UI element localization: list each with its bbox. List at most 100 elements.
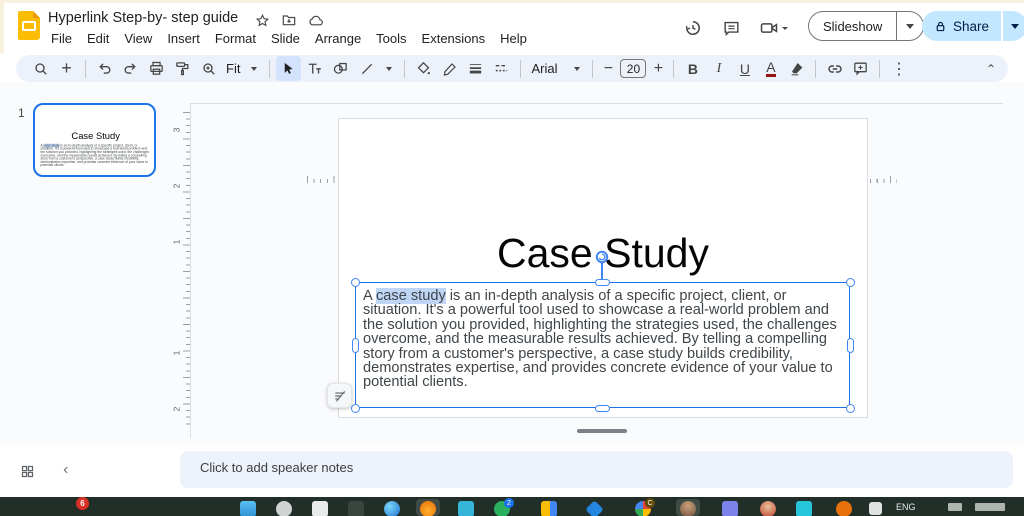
menu-view[interactable]: View bbox=[121, 30, 155, 47]
text-box-tool[interactable] bbox=[302, 56, 327, 81]
slideshow-dropdown[interactable] bbox=[897, 20, 923, 33]
notification-badge: 6 bbox=[76, 497, 89, 510]
toolbar-separator bbox=[269, 60, 270, 78]
document-title[interactable]: Hyperlink Step-by- step guide bbox=[48, 10, 238, 26]
redo-icon[interactable] bbox=[118, 56, 143, 81]
font-family-select[interactable]: Arial bbox=[527, 61, 567, 76]
star-icon[interactable] bbox=[254, 12, 270, 28]
select-tool[interactable] bbox=[276, 56, 301, 81]
menu-insert[interactable]: Insert bbox=[164, 30, 203, 47]
slideshow-button[interactable]: Slideshow bbox=[808, 11, 924, 41]
menu-slide[interactable]: Slide bbox=[268, 30, 303, 47]
collapse-filmstrip-icon[interactable] bbox=[58, 462, 74, 478]
taskbar-folder-icon[interactable] bbox=[541, 501, 557, 516]
cloud-saved-icon[interactable] bbox=[308, 12, 324, 28]
taskbar-taskview-icon[interactable] bbox=[312, 501, 328, 516]
menu-help[interactable]: Help bbox=[497, 30, 530, 47]
share-button[interactable]: Share bbox=[922, 11, 1024, 41]
resize-handle-middle-right[interactable] bbox=[847, 338, 854, 353]
fill-color-icon[interactable] bbox=[411, 56, 436, 81]
text-color-button[interactable]: A bbox=[758, 56, 783, 81]
notes-resize-handle[interactable] bbox=[577, 429, 627, 433]
zoom-level-label[interactable]: Fit bbox=[222, 61, 244, 76]
resize-handle-top-right[interactable] bbox=[846, 278, 855, 287]
autofit-options-button[interactable] bbox=[327, 383, 352, 408]
taskbar-edge-icon[interactable] bbox=[384, 501, 400, 516]
insert-link-icon[interactable] bbox=[822, 56, 847, 81]
taskbar-teams-icon[interactable] bbox=[722, 501, 738, 516]
line-dropdown-caret-icon[interactable] bbox=[380, 56, 398, 81]
menu-extensions[interactable]: Extensions bbox=[419, 30, 489, 47]
tray-clock-area[interactable] bbox=[975, 503, 1005, 511]
toolbar-separator bbox=[879, 60, 880, 78]
taskbar-app-dark-icon[interactable] bbox=[348, 501, 364, 516]
meet-camera-icon[interactable] bbox=[756, 15, 782, 41]
more-options-button[interactable]: ⋮ bbox=[886, 56, 911, 81]
search-menus-icon[interactable] bbox=[28, 56, 53, 81]
add-comment-icon[interactable] bbox=[848, 56, 873, 81]
resize-handle-bottom-right[interactable] bbox=[846, 404, 855, 413]
menu-tools[interactable]: Tools bbox=[373, 30, 409, 47]
resize-handle-middle-left[interactable] bbox=[352, 338, 359, 353]
move-to-folder-icon[interactable] bbox=[281, 12, 297, 28]
menu-format[interactable]: Format bbox=[212, 30, 259, 47]
line-tool[interactable] bbox=[354, 56, 379, 81]
slide-thumbnail[interactable]: Case Study A case study is an in-depth a… bbox=[33, 103, 156, 177]
grid-view-icon[interactable] bbox=[20, 464, 36, 480]
windows-taskbar: 6 2 C ENG bbox=[0, 497, 1024, 516]
print-icon[interactable] bbox=[144, 56, 169, 81]
undo-icon[interactable] bbox=[92, 56, 117, 81]
taskbar-search-icon[interactable] bbox=[276, 501, 292, 516]
hide-menus-button[interactable]: ⌃ bbox=[986, 62, 996, 76]
taskbar-profile-avatar-icon[interactable] bbox=[680, 501, 696, 516]
meet-dropdown-caret-icon[interactable] bbox=[782, 23, 788, 33]
italic-button[interactable]: I bbox=[706, 56, 731, 81]
speaker-notes-input[interactable]: Click to add speaker notes bbox=[180, 451, 1013, 488]
menu-file[interactable]: File bbox=[48, 30, 75, 47]
share-label: Share bbox=[953, 19, 989, 34]
border-dash-icon[interactable] bbox=[489, 56, 514, 81]
windows-start-button[interactable] bbox=[240, 501, 256, 516]
font-size-input[interactable]: 20 bbox=[620, 59, 646, 78]
rotation-handle[interactable] bbox=[595, 250, 609, 264]
ruler-divider-vertical bbox=[190, 104, 191, 438]
text-box-selection-border[interactable] bbox=[355, 282, 850, 408]
speaker-notes-row: Click to add speaker notes bbox=[0, 445, 1024, 497]
decrease-font-size-button[interactable]: − bbox=[599, 56, 617, 81]
taskbar-teal2-app-icon[interactable] bbox=[796, 501, 812, 516]
menu-edit[interactable]: Edit bbox=[84, 30, 112, 47]
font-dropdown-caret-icon[interactable] bbox=[568, 56, 586, 81]
increase-font-size-button[interactable]: + bbox=[649, 56, 667, 81]
new-slide-button[interactable]: + bbox=[54, 56, 79, 81]
highlight-color-icon[interactable] bbox=[784, 56, 809, 81]
zoom-icon[interactable] bbox=[196, 56, 221, 81]
tray-app-icon[interactable] bbox=[869, 502, 882, 515]
taskbar-onedrive-icon[interactable] bbox=[585, 500, 603, 516]
slideshow-label: Slideshow bbox=[809, 19, 896, 34]
taskbar-teal-app-icon[interactable] bbox=[458, 501, 474, 516]
shape-tool[interactable] bbox=[328, 56, 353, 81]
resize-handle-bottom-center[interactable] bbox=[595, 405, 610, 412]
paint-format-icon[interactable] bbox=[170, 56, 195, 81]
border-color-icon[interactable] bbox=[437, 56, 462, 81]
taskbar-orange-app-icon[interactable] bbox=[836, 501, 852, 516]
tray-icon[interactable] bbox=[948, 503, 962, 511]
taskbar-active-app-icon[interactable] bbox=[420, 501, 436, 516]
google-slides-logo-icon[interactable] bbox=[18, 11, 40, 40]
underline-button[interactable]: U bbox=[732, 56, 757, 81]
slide-thumbnail-content: Case Study A case study is an in-depth a… bbox=[35, 105, 156, 174]
version-history-icon[interactable] bbox=[680, 15, 706, 41]
bold-button[interactable]: B bbox=[680, 56, 705, 81]
ruler-number: 1 bbox=[171, 351, 181, 356]
share-dropdown[interactable] bbox=[1003, 11, 1024, 41]
resize-handle-top-center[interactable] bbox=[595, 279, 610, 286]
comments-icon[interactable] bbox=[718, 15, 744, 41]
language-indicator[interactable]: ENG bbox=[896, 502, 916, 512]
taskbar-avatar-red-icon[interactable] bbox=[760, 501, 776, 516]
zoom-dropdown-caret-icon[interactable] bbox=[245, 56, 263, 81]
resize-handle-bottom-left[interactable] bbox=[351, 404, 360, 413]
menu-arrange[interactable]: Arrange bbox=[312, 30, 364, 47]
resize-handle-top-left[interactable] bbox=[351, 278, 360, 287]
border-weight-icon[interactable] bbox=[463, 56, 488, 81]
ruler-number: 2 bbox=[171, 407, 181, 412]
